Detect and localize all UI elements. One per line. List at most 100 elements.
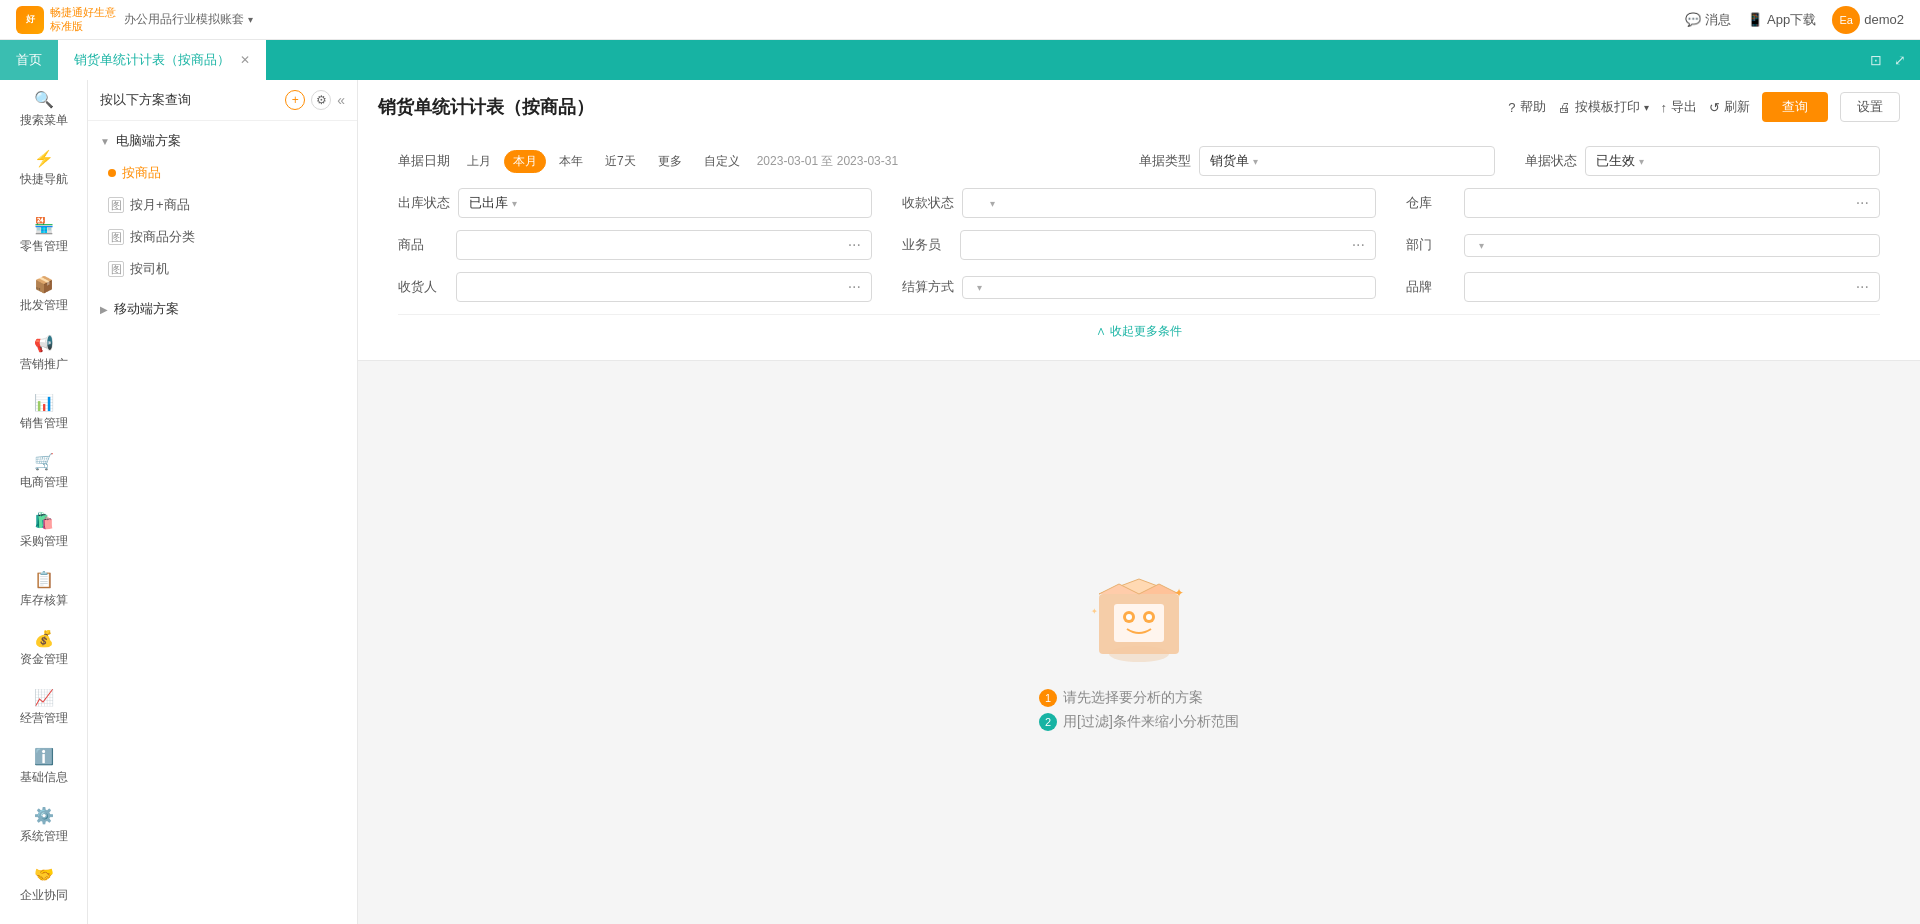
page-header-top: 销货单统计计表（按商品） ? 帮助 🖨 按模板打印 ▾ ↑	[378, 92, 1900, 122]
brand-label: 品牌	[1406, 278, 1456, 296]
filter-area: 单据日期 上月 本月 本年 近7天 更多 自定义 2023-03-01 至 20…	[378, 134, 1900, 360]
export-btn[interactable]: ↑ 导出	[1661, 98, 1698, 116]
sidebar-item-finance[interactable]: 💰 资金管理	[0, 619, 87, 678]
doc-type-select[interactable]: 销货单 ▾	[1199, 146, 1495, 176]
scheme-group-mobile-header[interactable]: ▶ 移动端方案	[88, 293, 357, 325]
help-icon: ?	[1508, 100, 1515, 115]
scheme-category-icon: 图	[108, 229, 124, 245]
settlement-select[interactable]: ▾	[962, 276, 1376, 299]
finance-icon: 💰	[34, 629, 54, 648]
panel-collapse-btn[interactable]: «	[337, 92, 345, 108]
sidebar-item-search[interactable]: 🔍 搜索菜单	[0, 80, 87, 139]
out-status-select[interactable]: 已出库 ▾	[458, 188, 872, 218]
help-btn[interactable]: ? 帮助	[1508, 98, 1545, 116]
sidebar-item-inventory[interactable]: 📋 库存核算	[0, 560, 87, 619]
scheme-item-by-month-product[interactable]: 图 按月+商品	[88, 189, 357, 221]
account-dropdown[interactable]: 办公用品行业模拟账套 ▾	[124, 11, 253, 28]
window-maximize-btn[interactable]: ⤢	[1892, 52, 1908, 68]
chevron-right-icon: ▼	[100, 136, 110, 147]
sidebar-item-retail[interactable]: 🏪 零售管理	[0, 206, 87, 265]
more-date-btn[interactable]: 更多	[649, 150, 691, 173]
active-dot-icon	[108, 169, 116, 177]
sidebar-item-enterprise[interactable]: 🤝 企业协同	[0, 855, 87, 914]
avatar: Ea	[1832, 6, 1860, 34]
receipt-status-select[interactable]: ▾	[962, 188, 1376, 218]
svg-text:✦: ✦	[1174, 586, 1184, 600]
page-header: 销货单统计计表（按商品） ? 帮助 🖨 按模板打印 ▾ ↑	[358, 80, 1920, 361]
empty-illustration: ✦ ✦	[1079, 549, 1199, 669]
svg-rect-2	[1114, 604, 1164, 642]
chevron-right-mobile-icon: ▶	[100, 304, 108, 315]
sidebar-item-ecommerce[interactable]: 🛒 电商管理	[0, 442, 87, 501]
refresh-btn[interactable]: ↺ 刷新	[1709, 98, 1750, 116]
user-menu[interactable]: Ea demo2	[1832, 6, 1904, 34]
filter-brand: 品牌 ···	[1406, 272, 1880, 302]
custom-date-btn[interactable]: 自定义	[695, 150, 749, 173]
ecommerce-icon: 🛒	[34, 452, 54, 471]
filter-panel-title: 按以下方案查询	[100, 91, 191, 109]
sidebar-item-marketing[interactable]: 📢 营销推广	[0, 324, 87, 383]
consignee-input[interactable]: ···	[456, 272, 872, 302]
add-scheme-btn[interactable]: +	[285, 90, 305, 110]
message-btn[interactable]: 💬 消息	[1685, 11, 1731, 29]
warehouse-input[interactable]: ···	[1464, 188, 1880, 218]
scheme-group-desktop: ▼ 电脑端方案 按商品 图 按月+商品 图 按商品分类 图 按司机	[88, 121, 357, 289]
query-btn[interactable]: 查询	[1762, 92, 1828, 122]
department-caret-icon: ▾	[1479, 240, 1484, 251]
sidebar-item-operation[interactable]: 📈 经营管理	[0, 678, 87, 737]
svg-point-5	[1126, 614, 1132, 620]
filter-department: 部门 ▾	[1406, 234, 1880, 257]
brand-input[interactable]: ···	[1464, 272, 1880, 302]
app-download-btn[interactable]: 📱 App下载	[1747, 11, 1816, 29]
scheme-group-desktop-header[interactable]: ▼ 电脑端方案	[88, 125, 357, 157]
last-7days-btn[interactable]: 近7天	[596, 150, 645, 173]
settlement-caret-icon: ▾	[977, 282, 982, 293]
filter-receipt-status: 收款状态 ▾	[902, 188, 1376, 218]
scheme-settings-btn[interactable]: ⚙	[311, 90, 331, 110]
tip-1-num: 1	[1039, 689, 1057, 707]
window-controls: ⊡ ⤢	[1868, 52, 1920, 68]
tab-close-icon[interactable]: ✕	[240, 53, 250, 67]
tab-home[interactable]: 首页	[0, 40, 58, 80]
tab-sales-stat[interactable]: 销货单统计计表（按商品） ✕	[58, 40, 266, 80]
product-input[interactable]: ···	[456, 230, 872, 260]
wholesale-icon: 📦	[34, 275, 54, 294]
warehouse-dots-icon: ···	[1856, 194, 1869, 212]
scheme-item-by-printer[interactable]: 图 按司机	[88, 253, 357, 285]
consignee-dots-icon: ···	[848, 278, 861, 296]
scheme-item-by-category[interactable]: 图 按商品分类	[88, 221, 357, 253]
scheme-printer-icon: 图	[108, 261, 124, 277]
window-minimize-btn[interactable]: ⊡	[1868, 52, 1884, 68]
department-select[interactable]: ▾	[1464, 234, 1880, 257]
salesperson-input[interactable]: ···	[960, 230, 1376, 260]
sidebar-item-purchase[interactable]: 🛍️ 采购管理	[0, 501, 87, 560]
doc-status-select[interactable]: 已生效 ▾	[1585, 146, 1881, 176]
brand-dots-icon: ···	[1856, 278, 1869, 296]
sidebar-item-guide[interactable]: 🎯 新手引导	[0, 914, 87, 924]
print-dropdown-icon: ▾	[1644, 102, 1649, 113]
sidebar-item-quick-nav[interactable]: ⚡ 快捷导航	[0, 139, 87, 198]
collapse-bar[interactable]: ∧ 收起更多条件	[398, 314, 1880, 348]
department-label: 部门	[1406, 236, 1456, 254]
sidebar: 🔍 搜索菜单 ⚡ 快捷导航 🏪 零售管理 📦 批发管理 📢 营销推广 📊 销售管…	[0, 80, 88, 924]
this-year-btn[interactable]: 本年	[550, 150, 592, 173]
date-range: 2023-03-01 至 2023-03-31	[757, 153, 898, 170]
this-month-btn[interactable]: 本月	[504, 150, 546, 173]
scheme-item-by-product[interactable]: 按商品	[88, 157, 357, 189]
last-month-btn[interactable]: 上月	[458, 150, 500, 173]
scheme-table-icon: 图	[108, 197, 124, 213]
sidebar-item-basic[interactable]: ℹ️ 基础信息	[0, 737, 87, 796]
settings-icon: ⚙	[316, 93, 327, 107]
chevron-down-icon: ▾	[248, 14, 253, 25]
template-print-btn[interactable]: 🖨 按模板打印 ▾	[1558, 98, 1649, 116]
sidebar-item-sales[interactable]: 📊 销售管理	[0, 383, 87, 442]
page-title: 销货单统计计表（按商品）	[378, 95, 594, 119]
sidebar-item-system[interactable]: ⚙️ 系统管理	[0, 796, 87, 855]
filter-date: 单据日期 上月 本月 本年 近7天 更多 自定义 2023-03-01 至 20…	[398, 150, 1109, 173]
logo-icon: 好	[16, 6, 44, 34]
sidebar-item-wholesale[interactable]: 📦 批发管理	[0, 265, 87, 324]
tab-sales-stat-label: 销货单统计计表（按商品）	[74, 51, 230, 69]
export-icon: ↑	[1661, 100, 1668, 115]
basic-icon: ℹ️	[34, 747, 54, 766]
settings-btn[interactable]: 设置	[1840, 92, 1900, 122]
